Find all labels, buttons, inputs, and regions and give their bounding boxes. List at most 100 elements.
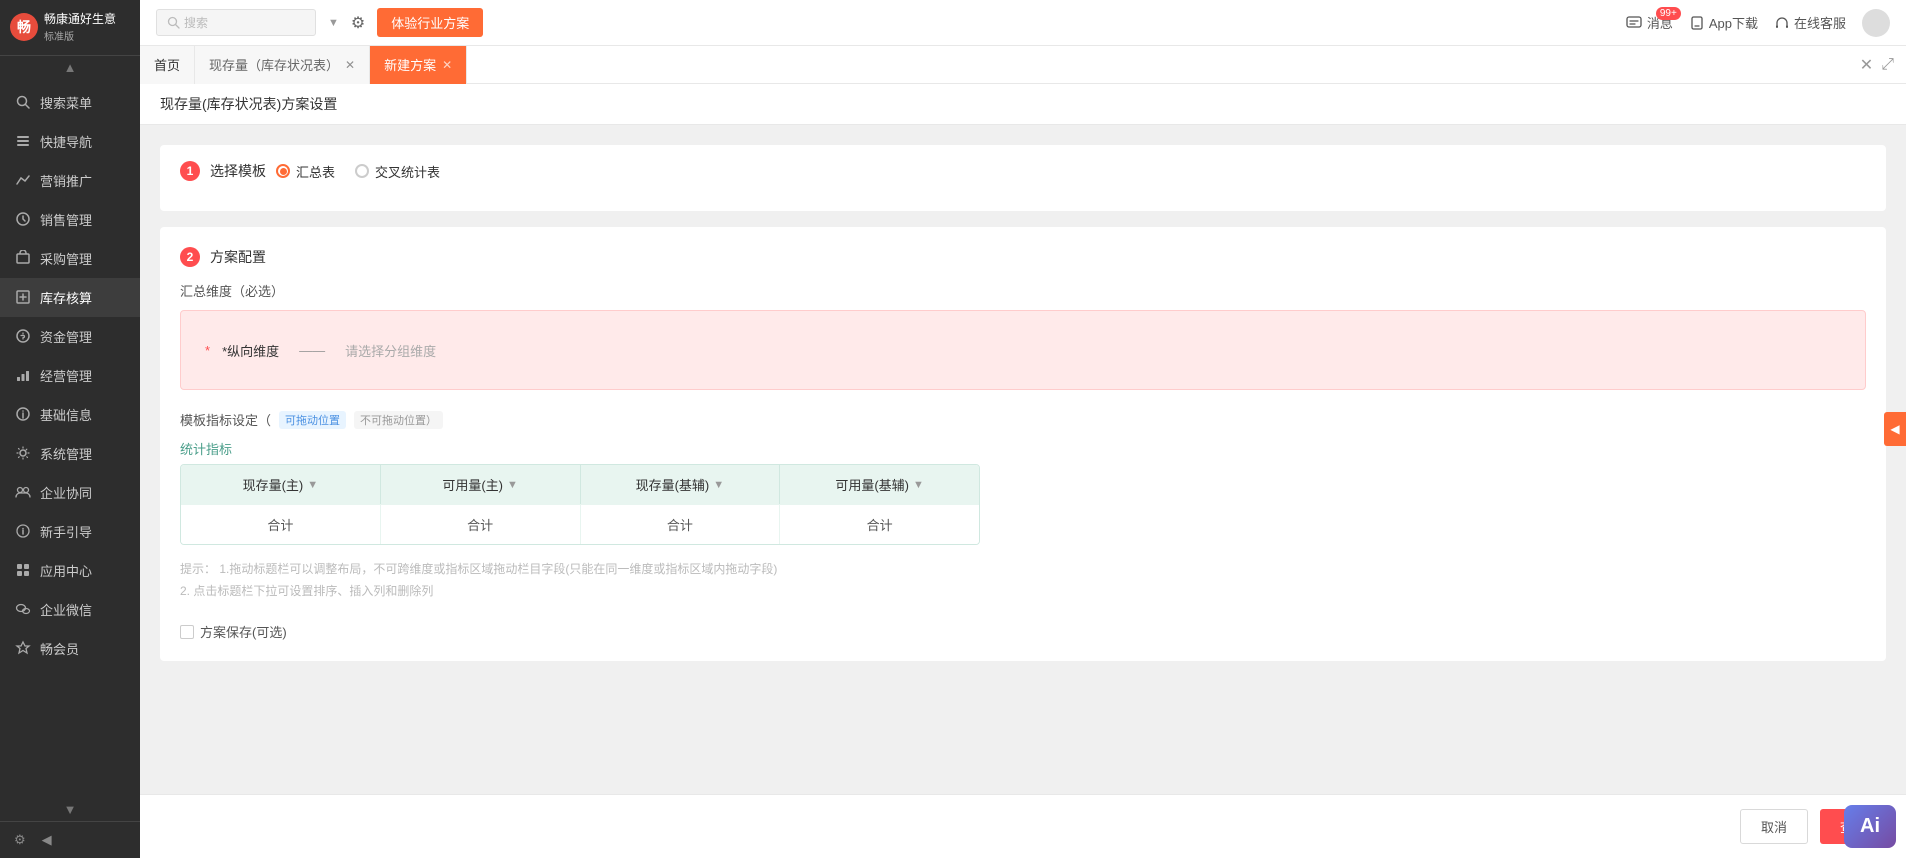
app-download-label: App下载	[1709, 13, 1758, 32]
sidebar-item-nav[interactable]: 快捷导航	[0, 122, 140, 161]
indicator-col-0[interactable]: 现存量(主) ▼	[181, 465, 381, 504]
col-label-3: 可用量(基辅)	[835, 475, 909, 494]
radio-crosstab-circle	[355, 164, 369, 178]
sidebar-item-label: 企业微信	[40, 600, 92, 619]
window-controls: ✕ ⤢	[1848, 55, 1906, 75]
sidebar-item-guide[interactable]: 新手引导	[0, 512, 140, 551]
ai-badge[interactable]: Ai	[1844, 805, 1896, 848]
sidebar-footer: ⚙ ◀	[0, 821, 140, 858]
topbar-right: 消息 99+ App下载 在线客服	[1625, 9, 1890, 37]
step2-num: 2	[180, 247, 200, 267]
sidebar-item-search[interactable]: 搜索菜单	[0, 83, 140, 122]
content-area: 现存量(库存状况表)方案设置 1 选择模板 汇总表 交叉统计表	[140, 84, 1906, 794]
radio-crosstab-label: 交叉统计表	[375, 162, 440, 181]
col-dropdown-1[interactable]: ▼	[507, 479, 518, 491]
indicator-col-2[interactable]: 现存量(基辅) ▼	[581, 465, 781, 504]
sidebar-item-apps[interactable]: 应用中心	[0, 551, 140, 590]
sidebar-item-label: 库存核算	[40, 288, 92, 307]
radio-summary-label: 汇总表	[296, 162, 335, 181]
sidebar-item-label: 营销推广	[40, 171, 92, 190]
service-label: 在线客服	[1794, 13, 1846, 32]
sidebar-item-label: 销售管理	[40, 210, 92, 229]
purchase-icon	[14, 249, 32, 267]
indicator-cell-1: 合计	[381, 505, 581, 544]
sales-icon	[14, 210, 32, 228]
sidebar-item-label: 新手引导	[40, 522, 92, 541]
sidebar-item-sales[interactable]: 销售管理	[0, 200, 140, 239]
tab-home[interactable]: 首页	[140, 46, 195, 84]
search-dropdown-icon[interactable]: ▼	[328, 17, 339, 29]
collab-icon	[14, 483, 32, 501]
indicator-cell-3: 合计	[780, 505, 979, 544]
tip-prefix-1: 提示：	[180, 562, 216, 576]
cancel-button[interactable]: 取消	[1740, 809, 1808, 844]
nav-icon	[14, 132, 32, 150]
sidebar-scroll-up[interactable]: ▲	[0, 56, 140, 79]
col-dropdown-3[interactable]: ▼	[913, 479, 924, 491]
tab-inventory[interactable]: 现存量（库存状况表） ✕	[195, 46, 370, 84]
sidebar-item-label: 企业协同	[40, 483, 92, 502]
sidebar-item-wechat[interactable]: 企业微信	[0, 590, 140, 629]
required-star: *	[205, 343, 210, 358]
tab-new-plan-label: 新建方案	[384, 55, 436, 74]
sidebar-item-info[interactable]: 基础信息	[0, 395, 140, 434]
logo-icon: 畅	[10, 13, 38, 41]
sidebar-item-system[interactable]: 系统管理	[0, 434, 140, 473]
tab-new-plan-close[interactable]: ✕	[442, 58, 452, 72]
indicator-col-3[interactable]: 可用量(基辅) ▼	[780, 465, 979, 504]
sound-icon[interactable]: ◀	[42, 832, 52, 848]
step2-header: 2 方案配置	[180, 247, 1866, 267]
indicator-col-1[interactable]: 可用量(主) ▼	[381, 465, 581, 504]
app-download-button[interactable]: App下载	[1689, 13, 1758, 32]
radio-summary[interactable]: 汇总表	[276, 162, 335, 181]
user-avatar[interactable]	[1862, 9, 1890, 37]
sidebar-item-purchase[interactable]: 采购管理	[0, 239, 140, 278]
tabbar: 首页 现存量（库存状况表） ✕ 新建方案 ✕ ✕ ⤢	[140, 46, 1906, 84]
sidebar-brand: 畅康通好生意 标准版	[44, 12, 116, 43]
search-bar[interactable]: 搜索	[156, 9, 316, 36]
dimension-dropdown[interactable]: 请选择分组维度	[345, 341, 436, 360]
sidebar-logo: 畅 畅康通好生意 标准版	[10, 12, 130, 43]
step1-header: 1 选择模板 汇总表 交叉统计表	[180, 161, 1866, 181]
trial-button[interactable]: 体验行业方案	[377, 8, 483, 37]
sidebar-item-collab[interactable]: 企业协同	[0, 473, 140, 512]
radio-crosstab[interactable]: 交叉统计表	[355, 162, 440, 181]
messages-badge: 99+	[1656, 7, 1681, 20]
sidebar-item-management[interactable]: 经营管理	[0, 356, 140, 395]
messages-button[interactable]: 消息 99+	[1625, 13, 1673, 32]
save-checkbox[interactable]	[180, 625, 194, 639]
settings-button[interactable]: ⚙	[351, 13, 365, 33]
tip-2: 2. 点击标题栏下拉可设置排序、插入列和删除列	[180, 581, 1866, 603]
sidebar-item-label: 采购管理	[40, 249, 92, 268]
stats-title: 统计指标	[180, 439, 1866, 458]
app-name: 畅康通好生意	[44, 12, 116, 28]
apps-icon	[14, 561, 32, 579]
sidebar-item-member[interactable]: 畅会员	[0, 629, 140, 668]
indicator-cell-0: 合计	[181, 505, 381, 544]
col-dropdown-2[interactable]: ▼	[713, 479, 724, 491]
expand-window-icon[interactable]: ⤢	[1881, 56, 1894, 74]
sidebar-item-label: 经营管理	[40, 366, 92, 385]
tab-new-plan[interactable]: 新建方案 ✕	[370, 46, 467, 84]
col-dropdown-0[interactable]: ▼	[307, 479, 318, 491]
sidebar-item-label: 资金管理	[40, 327, 92, 346]
sidebar-scroll-down[interactable]: ▼	[0, 798, 140, 821]
wechat-icon	[14, 600, 32, 618]
management-icon	[14, 366, 32, 384]
inventory-icon	[14, 288, 32, 306]
aggregate-label: 汇总维度（必选）	[180, 281, 1866, 300]
sidebar-item-marketing[interactable]: 营销推广	[0, 161, 140, 200]
settings-icon[interactable]: ⚙	[14, 832, 26, 848]
member-icon	[14, 639, 32, 657]
save-label: 方案保存(可选)	[200, 622, 287, 641]
sidebar-item-inventory[interactable]: 库存核算	[0, 278, 140, 317]
tab-home-label: 首页	[154, 55, 180, 74]
tab-inventory-close[interactable]: ✕	[345, 58, 355, 72]
right-edge-indicator[interactable]: ◀	[1884, 412, 1906, 446]
dimension-dash: ——	[299, 343, 325, 358]
close-window-icon[interactable]: ✕	[1860, 55, 1873, 75]
dimension-area: * *纵向维度 —— 请选择分组维度	[180, 310, 1866, 390]
search-placeholder: 搜索	[184, 14, 208, 31]
sidebar-item-finance[interactable]: 资金管理	[0, 317, 140, 356]
service-button[interactable]: 在线客服	[1774, 13, 1846, 32]
